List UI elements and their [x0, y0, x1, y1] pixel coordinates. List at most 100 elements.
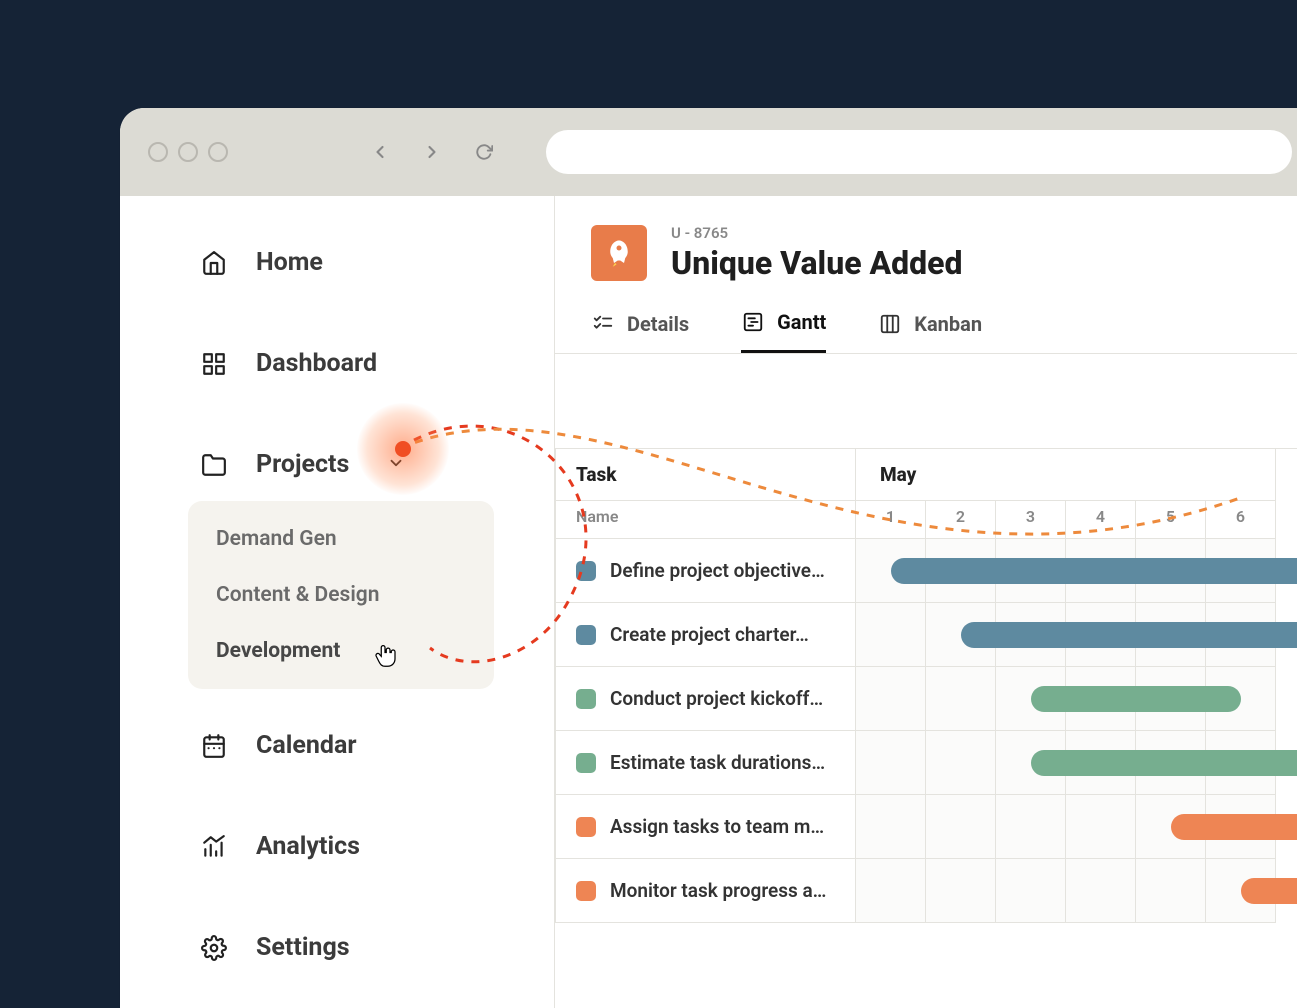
gantt-cell — [856, 603, 926, 667]
project-id: U - 8765 — [671, 224, 963, 242]
gantt-cell — [996, 859, 1066, 923]
gantt-cell — [926, 539, 996, 603]
sidebar-item-analytics[interactable]: Analytics — [200, 820, 534, 873]
gantt-cell — [856, 795, 926, 859]
gantt-task-row[interactable]: Monitor task progress a… — [556, 859, 856, 923]
projects-submenu: Demand Gen Content & Design Development — [188, 501, 494, 689]
rocket-icon — [591, 225, 647, 281]
grid-icon — [200, 350, 228, 378]
folder-icon — [200, 451, 228, 479]
gantt-month-header: May — [856, 449, 1276, 501]
tab-gantt[interactable]: Gantt — [741, 310, 826, 353]
sidebar-item-label: Projects — [256, 450, 349, 479]
project-sub-content-design[interactable]: Content & Design — [188, 567, 494, 623]
sidebar-item-calendar[interactable]: Calendar — [200, 719, 534, 772]
sidebar-item-home[interactable]: Home — [200, 236, 534, 289]
gantt-name-header: Name — [556, 501, 856, 539]
gantt-cell — [926, 731, 996, 795]
gantt-cell — [1206, 731, 1276, 795]
url-bar[interactable] — [546, 130, 1292, 174]
gantt-cell — [1136, 859, 1206, 923]
project-title: Unique Value Added — [671, 244, 963, 282]
task-name: Conduct project kickoff… — [610, 687, 823, 710]
gantt-cell — [1136, 539, 1206, 603]
gantt-cell — [926, 667, 996, 731]
gantt-cell — [1136, 795, 1206, 859]
sidebar-item-dashboard[interactable]: Dashboard — [200, 337, 534, 390]
gantt-cell — [996, 795, 1066, 859]
analytics-icon — [200, 833, 228, 861]
task-color-swatch — [576, 561, 596, 581]
gantt-cell — [1066, 667, 1136, 731]
gantt-day-header: 5 — [1136, 501, 1206, 539]
tab-details[interactable]: Details — [591, 310, 689, 353]
tab-kanban[interactable]: Kanban — [878, 310, 982, 353]
calendar-icon — [200, 732, 228, 760]
gantt-day-header: 3 — [996, 501, 1066, 539]
gantt-task-row[interactable]: Conduct project kickoff… — [556, 667, 856, 731]
browser-toolbar — [120, 108, 1297, 196]
gantt-day-header: 6 — [1206, 501, 1276, 539]
task-name: Monitor task progress a… — [610, 879, 826, 902]
gantt-cell — [996, 539, 1066, 603]
gantt-cell — [856, 667, 926, 731]
gear-icon — [200, 934, 228, 962]
gantt-day-header: 4 — [1066, 501, 1136, 539]
sidebar-item-label: Settings — [256, 933, 350, 962]
gantt-cell — [1066, 731, 1136, 795]
gantt-chart: Task May Name 1 2 3 4 5 6 Define — [555, 354, 1297, 1008]
task-name: Assign tasks to team m… — [610, 815, 824, 838]
sidebar-item-label: Dashboard — [256, 349, 377, 378]
main-content: U - 8765 Unique Value Added Details Gant… — [555, 196, 1297, 1008]
gantt-cell — [1066, 603, 1136, 667]
gantt-cell — [996, 667, 1066, 731]
gantt-task-row[interactable]: Assign tasks to team m… — [556, 795, 856, 859]
sidebar-item-settings[interactable]: Settings — [200, 921, 534, 974]
gantt-body: Define project objective…Create project … — [555, 539, 1297, 923]
task-color-swatch — [576, 817, 596, 837]
browser-window: Home Dashboard Projects Demand Gen C — [120, 108, 1297, 1008]
gantt-cell — [1136, 603, 1206, 667]
gantt-cell — [856, 539, 926, 603]
gantt-cell — [996, 731, 1066, 795]
task-color-swatch — [576, 689, 596, 709]
gantt-task-row[interactable]: Define project objective… — [556, 539, 856, 603]
gantt-header: Task May Name 1 2 3 4 5 6 — [555, 448, 1297, 539]
gantt-task-row[interactable]: Estimate task durations… — [556, 731, 856, 795]
task-color-swatch — [576, 753, 596, 773]
kanban-icon — [878, 312, 902, 336]
window-zoom-dot[interactable] — [208, 142, 228, 162]
tab-label: Gantt — [777, 310, 826, 334]
gantt-cell — [1136, 667, 1206, 731]
gantt-cell — [1066, 859, 1136, 923]
gantt-cell — [996, 603, 1066, 667]
gantt-cell — [1206, 667, 1276, 731]
window-close-dot[interactable] — [148, 142, 168, 162]
back-button[interactable] — [368, 140, 392, 164]
reload-button[interactable] — [472, 140, 496, 164]
gantt-cell — [1206, 795, 1276, 859]
tab-label: Kanban — [914, 312, 982, 336]
gantt-cell — [1066, 795, 1136, 859]
gantt-task-row[interactable]: Create project charter… — [556, 603, 856, 667]
window-minimize-dot[interactable] — [178, 142, 198, 162]
gantt-cell — [926, 859, 996, 923]
task-color-swatch — [576, 625, 596, 645]
gantt-task-header: Task — [556, 449, 856, 501]
gantt-icon — [741, 310, 765, 334]
gantt-cell — [926, 603, 996, 667]
forward-button[interactable] — [420, 140, 444, 164]
tab-label: Details — [627, 312, 689, 336]
checklist-icon — [591, 312, 615, 336]
task-name: Estimate task durations… — [610, 751, 825, 774]
project-sub-demand-gen[interactable]: Demand Gen — [188, 511, 494, 567]
gantt-cell — [1136, 731, 1206, 795]
gantt-day-header: 2 — [926, 501, 996, 539]
project-sub-development[interactable]: Development — [188, 623, 494, 679]
sidebar: Home Dashboard Projects Demand Gen C — [120, 196, 555, 1008]
view-tabs: Details Gantt Kanban — [555, 282, 1297, 354]
sidebar-item-projects[interactable]: Projects — [200, 438, 534, 491]
project-header: U - 8765 Unique Value Added — [555, 196, 1297, 282]
gantt-cell — [926, 795, 996, 859]
gantt-cell — [856, 731, 926, 795]
